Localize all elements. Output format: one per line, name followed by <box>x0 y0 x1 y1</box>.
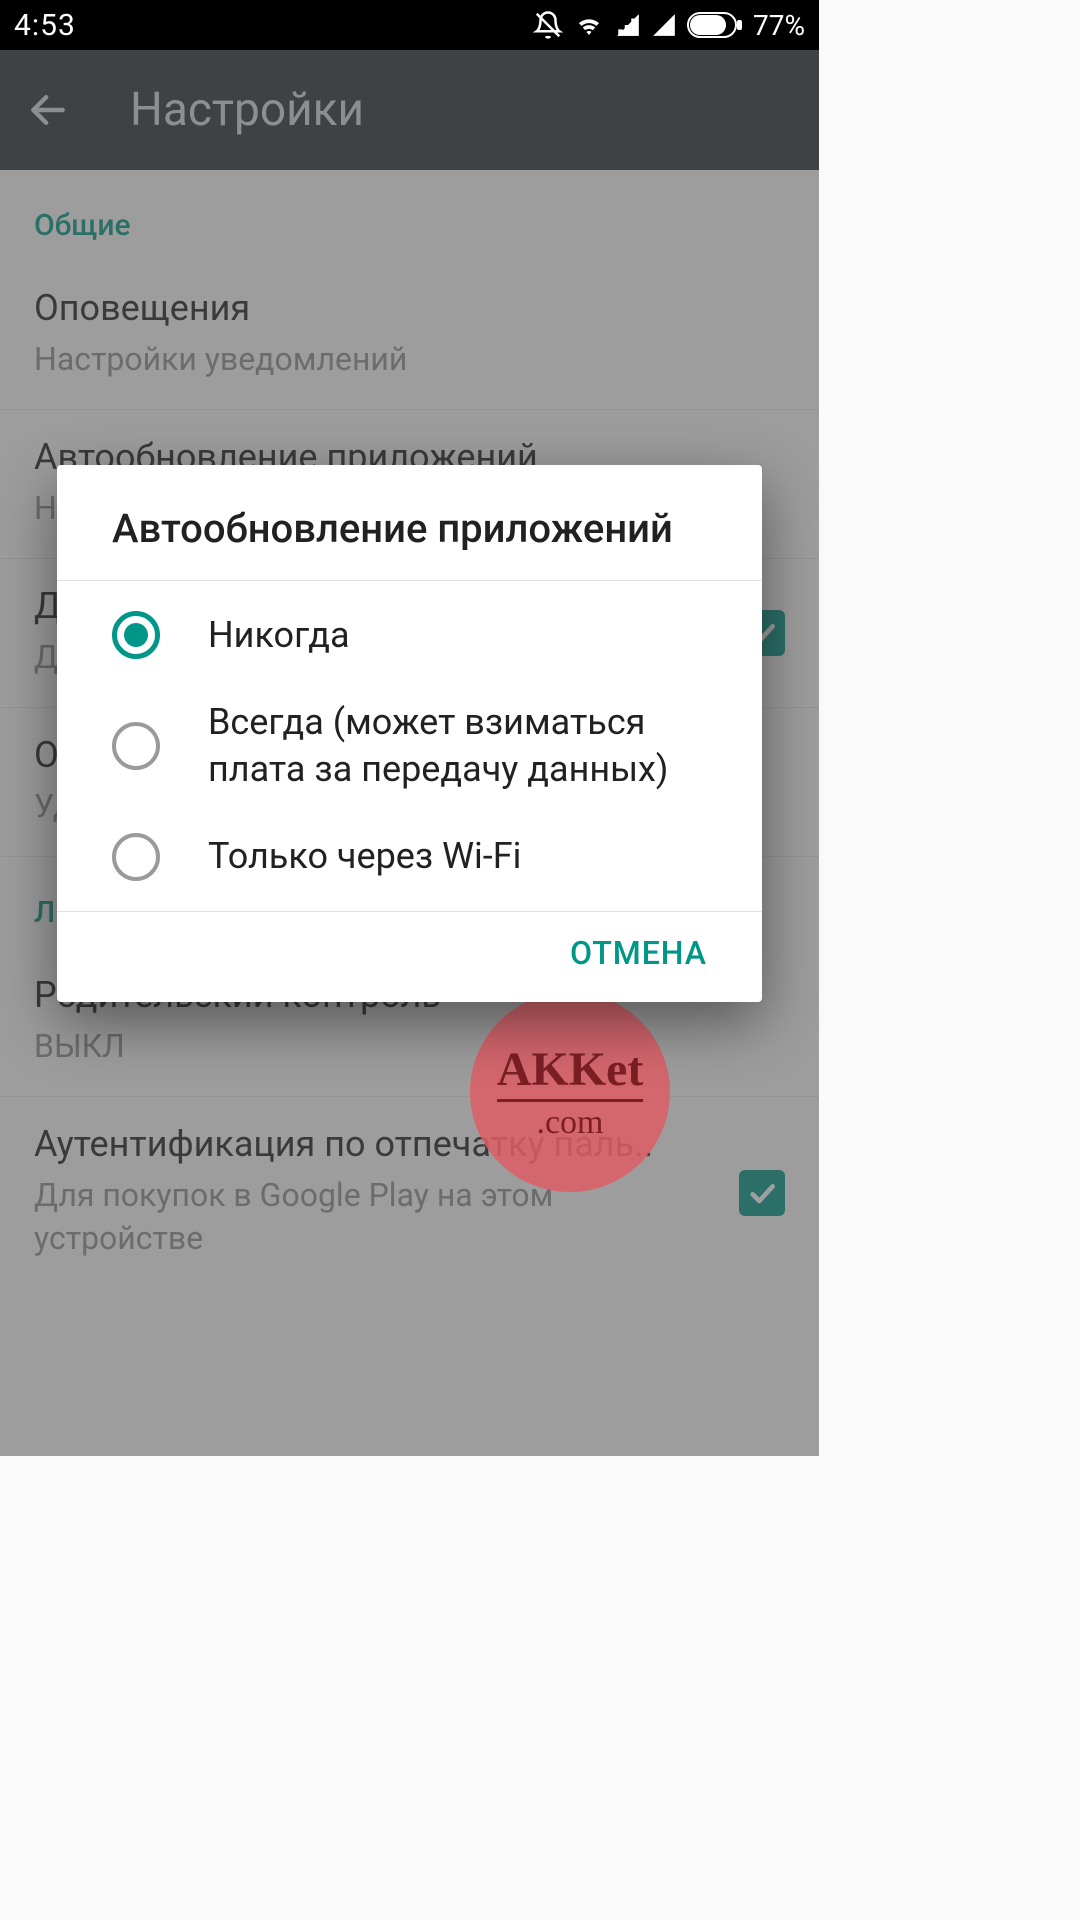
status-icons: 77% <box>533 9 805 42</box>
dialog-title: Автообновление приложений <box>57 465 762 580</box>
option-always[interactable]: Всегда (может взиматься плата за передач… <box>57 679 762 813</box>
status-time: 4:53 <box>14 8 76 43</box>
watermark: AKKet .com <box>470 992 670 1192</box>
radio-off-icon <box>112 833 160 881</box>
dialog-actions: ОТМЕНА <box>57 912 762 1002</box>
option-label: Всегда (может взиматься плата за передач… <box>208 699 707 793</box>
cancel-button[interactable]: ОТМЕНА <box>570 934 707 972</box>
radio-on-icon <box>112 611 160 659</box>
battery-icon <box>687 12 743 38</box>
signal-1-icon <box>615 12 641 38</box>
watermark-line2: .com <box>536 1104 603 1142</box>
watermark-line1: AKKet <box>497 1042 644 1102</box>
dnd-icon <box>533 10 563 40</box>
signal-2-icon <box>651 12 677 38</box>
option-label: Никогда <box>208 612 350 659</box>
status-bar: 4:53 77% <box>0 0 819 50</box>
battery-pct: 77% <box>753 9 805 42</box>
option-wifi[interactable]: Только через Wi-Fi <box>57 813 762 901</box>
wifi-icon <box>573 10 605 40</box>
option-never[interactable]: Никогда <box>57 591 762 679</box>
dialog-options: Никогда Всегда (может взиматься плата за… <box>57 581 762 911</box>
option-label: Только через Wi-Fi <box>208 833 521 880</box>
radio-off-icon <box>112 722 160 770</box>
autoupdate-dialog: Автообновление приложений Никогда Всегда… <box>57 465 762 1002</box>
